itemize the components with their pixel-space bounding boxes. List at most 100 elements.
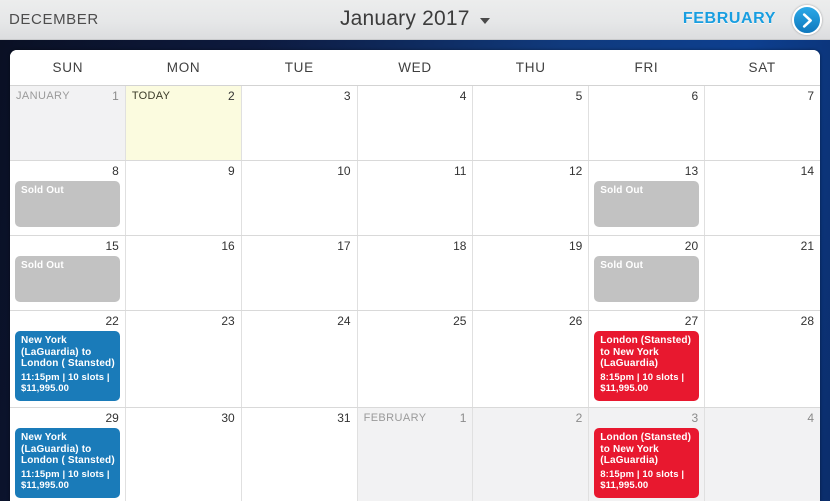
event-title: Sold Out: [21, 260, 64, 271]
event-title: London (Stansted) to New York (LaGuardia…: [600, 335, 692, 369]
today-label: TODAY: [131, 90, 171, 102]
weekday-header-row: SUN MON TUE WED THU FRI SAT: [10, 50, 820, 86]
day-number: 27: [684, 314, 699, 328]
day-cell[interactable]: 11: [357, 161, 474, 235]
day-cell[interactable]: 4: [357, 86, 474, 160]
day-cell[interactable]: 23: [125, 311, 242, 407]
day-number: 8: [112, 164, 119, 178]
calendar-weeks: JANUARY 1 TODAY 2 3 4 5 6 7 8 Sold Out 9 10 11 12 13 Sol…: [10, 86, 820, 501]
day-cell[interactable]: 5: [473, 86, 590, 160]
day-number: 24: [337, 314, 351, 328]
day-number: 1: [112, 89, 119, 103]
day-cell[interactable]: 13 Sold Out: [589, 161, 706, 235]
week-row: 22 New York (LaGuardia) to London ( Stans…: [10, 311, 820, 408]
day-number: 21: [800, 239, 815, 253]
day-cell[interactable]: JANUARY 1: [10, 86, 126, 160]
day-cell[interactable]: 28: [705, 311, 820, 407]
day-cell[interactable]: 7: [705, 86, 820, 160]
day-cell[interactable]: 24: [241, 311, 358, 407]
day-cell[interactable]: 21: [705, 236, 820, 310]
next-month-button[interactable]: [792, 5, 822, 35]
day-number: 29: [105, 411, 119, 425]
event-title: Sold Out: [600, 185, 644, 196]
day-number: 15: [105, 239, 119, 253]
day-number: 30: [221, 411, 235, 425]
weekday-header-mon: MON: [166, 60, 201, 75]
day-cell[interactable]: 14: [705, 161, 820, 235]
week-row: JANUARY 1 TODAY 2 3 4 5 6 7: [10, 86, 820, 161]
day-number: 20: [684, 239, 699, 253]
event-title: New York (LaGuardia) to London ( Stanste…: [21, 432, 115, 466]
event-details: 11:15pm | 10 slots | $11,995.00: [21, 468, 110, 492]
chevron-right-icon: [801, 12, 814, 28]
day-cell[interactable]: 20 Sold Out: [589, 236, 706, 310]
day-cell[interactable]: 2: [473, 408, 590, 501]
month-navigation-bar: DECEMBER January 2017 FEBRUARY: [0, 0, 830, 40]
day-cell[interactable]: FEBRUARY 1: [357, 408, 474, 501]
weekday-header-wed: WED: [398, 60, 432, 75]
event-title: Sold Out: [21, 185, 64, 196]
week-row: 29 New York (LaGuardia) to London ( Stans…: [10, 408, 820, 501]
day-number: 7: [807, 89, 815, 103]
sold-out-event[interactable]: Sold Out: [594, 256, 700, 302]
day-cell[interactable]: 31: [241, 408, 358, 501]
weekday-header-sat: SAT: [748, 60, 776, 75]
day-cell[interactable]: 12: [473, 161, 590, 235]
current-month-label: January 2017: [339, 7, 470, 30]
day-cell[interactable]: 22 New York (LaGuardia) to London ( Stans…: [10, 311, 126, 407]
day-cell[interactable]: 29 New York (LaGuardia) to London ( Stans…: [10, 408, 126, 501]
event-details: 8:15pm | 10 slots | $11,995.00: [600, 371, 685, 395]
day-cell[interactable]: 15 Sold Out: [10, 236, 126, 310]
day-number: 4: [807, 411, 815, 425]
weekday-header-sun: SUN: [52, 60, 84, 75]
flight-event[interactable]: New York (LaGuardia) to London ( Stanste…: [15, 331, 120, 401]
day-cell[interactable]: 19: [473, 236, 590, 310]
day-cell[interactable]: 10: [241, 161, 358, 235]
day-number: 25: [453, 314, 467, 328]
month-boundary-label: FEBRUARY: [363, 412, 427, 424]
day-number: 18: [453, 239, 467, 253]
day-cell[interactable]: 3: [241, 86, 358, 160]
chevron-down-icon[interactable]: [480, 18, 491, 24]
day-cell[interactable]: 16: [125, 236, 242, 310]
next-month-label[interactable]: FEBRUARY: [683, 10, 776, 28]
day-number: 13: [684, 164, 699, 178]
day-cell[interactable]: 8 Sold Out: [10, 161, 126, 235]
day-number: 12: [568, 164, 583, 178]
day-cell[interactable]: 18: [357, 236, 474, 310]
day-cell[interactable]: TODAY 2: [125, 86, 242, 160]
event-details: 11:15pm | 10 slots | $11,995.00: [21, 371, 110, 395]
day-cell[interactable]: 6: [589, 86, 706, 160]
day-number: 26: [568, 314, 583, 328]
day-number: 16: [221, 239, 235, 253]
calendar-grid: SUN MON TUE WED THU FRI SAT JANUARY 1 TODAY 2 3 4 5 6…: [10, 50, 820, 501]
calendar-frame: SUN MON TUE WED THU FRI SAT JANUARY 1 TODAY 2 3 4 5 6…: [0, 40, 830, 501]
day-cell[interactable]: 30: [125, 408, 242, 501]
flight-event[interactable]: London (Stansted) to New York (LaGuardia…: [594, 331, 700, 401]
weekday-header-fri: FRI: [634, 60, 659, 75]
week-row: 15 Sold Out 16 17 18 19 20 Sold Out 21: [10, 236, 820, 311]
day-number: 3: [343, 89, 351, 103]
day-number: 9: [228, 164, 235, 178]
day-number: 23: [221, 314, 235, 328]
day-cell[interactable]: 25: [357, 311, 474, 407]
day-cell[interactable]: 27 London (Stansted) to New York (LaGuard…: [589, 311, 706, 407]
day-number: 10: [337, 164, 351, 178]
day-number: 14: [800, 164, 815, 178]
sold-out-event[interactable]: Sold Out: [15, 181, 120, 227]
week-row: 8 Sold Out 9 10 11 12 13 Sold Out 14: [10, 161, 820, 236]
day-cell[interactable]: 9: [125, 161, 242, 235]
day-number: 5: [575, 89, 583, 103]
event-details: 8:15pm | 10 slots | $11,995.00: [600, 468, 685, 492]
day-number: 4: [459, 89, 467, 103]
day-cell[interactable]: 3 London (Stansted) to New York (LaGuardi…: [589, 408, 706, 501]
day-cell[interactable]: 26: [473, 311, 590, 407]
sold-out-event[interactable]: Sold Out: [15, 256, 120, 302]
day-number: 2: [228, 89, 235, 103]
flight-event[interactable]: London (Stansted) to New York (LaGuardia…: [594, 428, 700, 498]
flight-event[interactable]: New York (LaGuardia) to London ( Stanste…: [15, 428, 120, 498]
day-cell[interactable]: 4: [705, 408, 820, 501]
day-cell[interactable]: 17: [241, 236, 358, 310]
sold-out-event[interactable]: Sold Out: [594, 181, 700, 227]
day-number: 17: [337, 239, 351, 253]
